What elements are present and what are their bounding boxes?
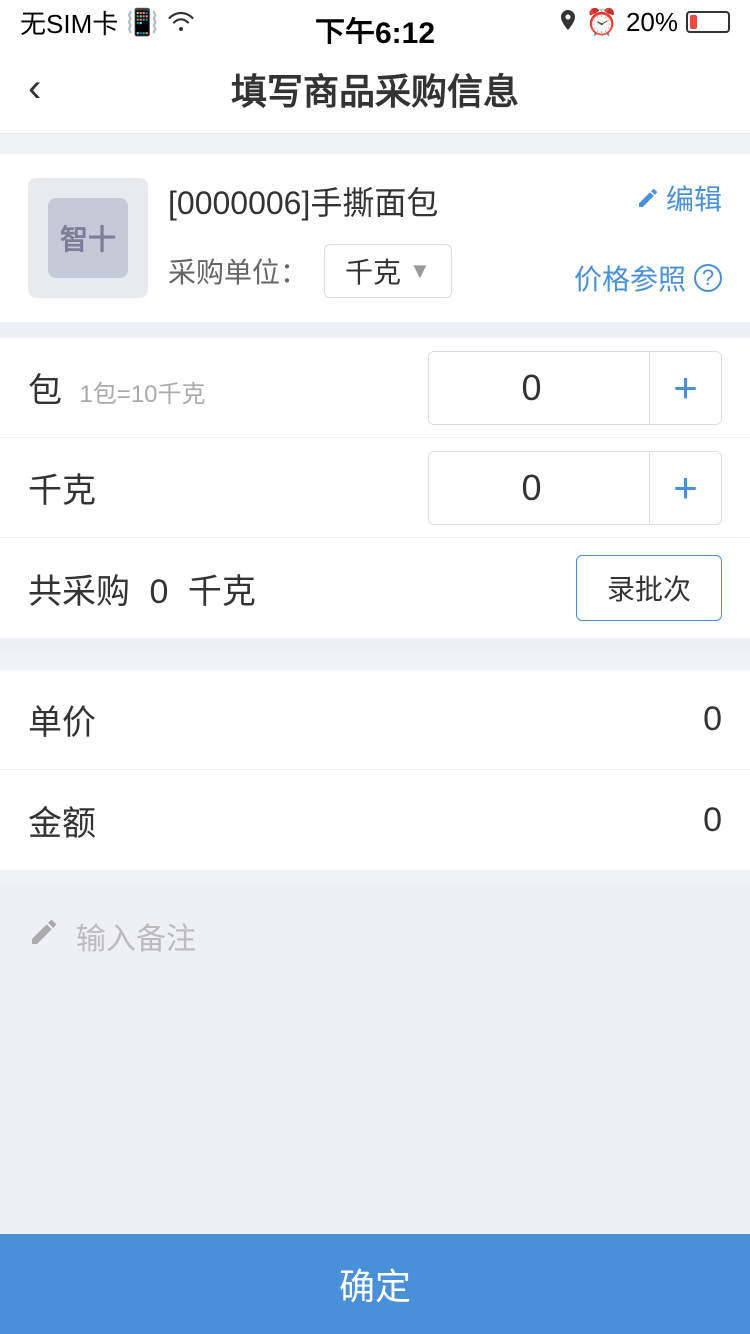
input-section: 包 1包=10千克 + 千克 + — [0, 338, 750, 538]
unit-arrow-icon: ▼ — [409, 258, 431, 284]
price-ref-label: 价格参照 — [574, 258, 686, 298]
carrier-text: 无SIM卡 — [20, 4, 118, 41]
separator-2 — [0, 638, 750, 654]
separator-1 — [0, 322, 750, 338]
status-bar: 无SIM卡 📳 下午6:12 ⏰ 20% — [0, 0, 750, 44]
amount-label: 金额 — [28, 796, 96, 845]
bag-sub-label: 1包=10千克 — [79, 381, 205, 408]
summary-prefix: 共采购 — [28, 573, 130, 611]
battery-icon — [686, 11, 730, 33]
product-card: 智十 [0000006]手撕面包 采购单位： 千克 ▼ 编辑 价格参照 ? — [0, 154, 750, 322]
edit-button[interactable]: 编辑 — [636, 178, 722, 218]
location-icon — [558, 7, 578, 38]
unit-price-row: 单价 0 — [0, 670, 750, 770]
note-section[interactable]: 输入备注 — [0, 886, 750, 986]
bag-plus-button[interactable]: + — [649, 352, 721, 424]
battery-text: 20% — [626, 7, 678, 38]
note-placeholder: 输入备注 — [76, 914, 196, 958]
status-right: ⏰ 20% — [558, 7, 730, 38]
price-ref-info-icon: ? — [694, 264, 722, 292]
back-button[interactable]: ‹ — [28, 66, 41, 111]
summary-amount: 0 — [149, 573, 168, 611]
unit-price-value: 0 — [703, 700, 722, 739]
kg-input-row: 千克 + — [0, 438, 750, 538]
amount-row: 金额 0 — [0, 770, 750, 870]
confirm-button[interactable]: 确定 — [0, 1234, 750, 1334]
bag-input[interactable] — [429, 352, 649, 424]
wifi-icon — [167, 7, 195, 38]
unit-value: 千克 — [345, 251, 401, 291]
summary-text: 共采购 0 千克 — [28, 564, 256, 613]
amount-value: 0 — [703, 801, 722, 840]
unit-label: 采购单位： — [168, 251, 308, 291]
nav-bar: ‹ 填写商品采购信息 — [0, 44, 750, 134]
logo-text: 智十 — [60, 218, 116, 258]
product-logo: 智十 — [48, 198, 128, 278]
kg-input[interactable] — [429, 452, 649, 524]
kg-plus-button[interactable]: + — [649, 452, 721, 524]
page-title: 填写商品采购信息 — [231, 63, 519, 115]
price-ref-button[interactable]: 价格参照 ? — [574, 258, 722, 298]
summary-unit: 千克 — [188, 573, 256, 611]
summary-row: 共采购 0 千克 录批次 — [0, 538, 750, 638]
pencil-icon — [28, 916, 60, 956]
alarm-icon: ⏰ — [586, 7, 618, 38]
unit-price-label: 单价 — [28, 695, 96, 744]
edit-label: 编辑 — [666, 178, 722, 218]
kg-input-wrap: + — [428, 451, 722, 525]
product-image: 智十 — [28, 178, 148, 298]
unit-select[interactable]: 千克 ▼ — [324, 244, 452, 298]
bag-input-wrap: + — [428, 351, 722, 425]
price-section: 单价 0 金额 0 — [0, 670, 750, 870]
status-left: 无SIM卡 📳 — [20, 4, 195, 41]
kg-label: 千克 — [28, 463, 428, 512]
bag-label: 包 1包=10千克 — [28, 363, 428, 412]
batch-button[interactable]: 录批次 — [576, 555, 722, 621]
sim-card-icon: 📳 — [126, 7, 158, 38]
bag-input-row: 包 1包=10千克 + — [0, 338, 750, 438]
